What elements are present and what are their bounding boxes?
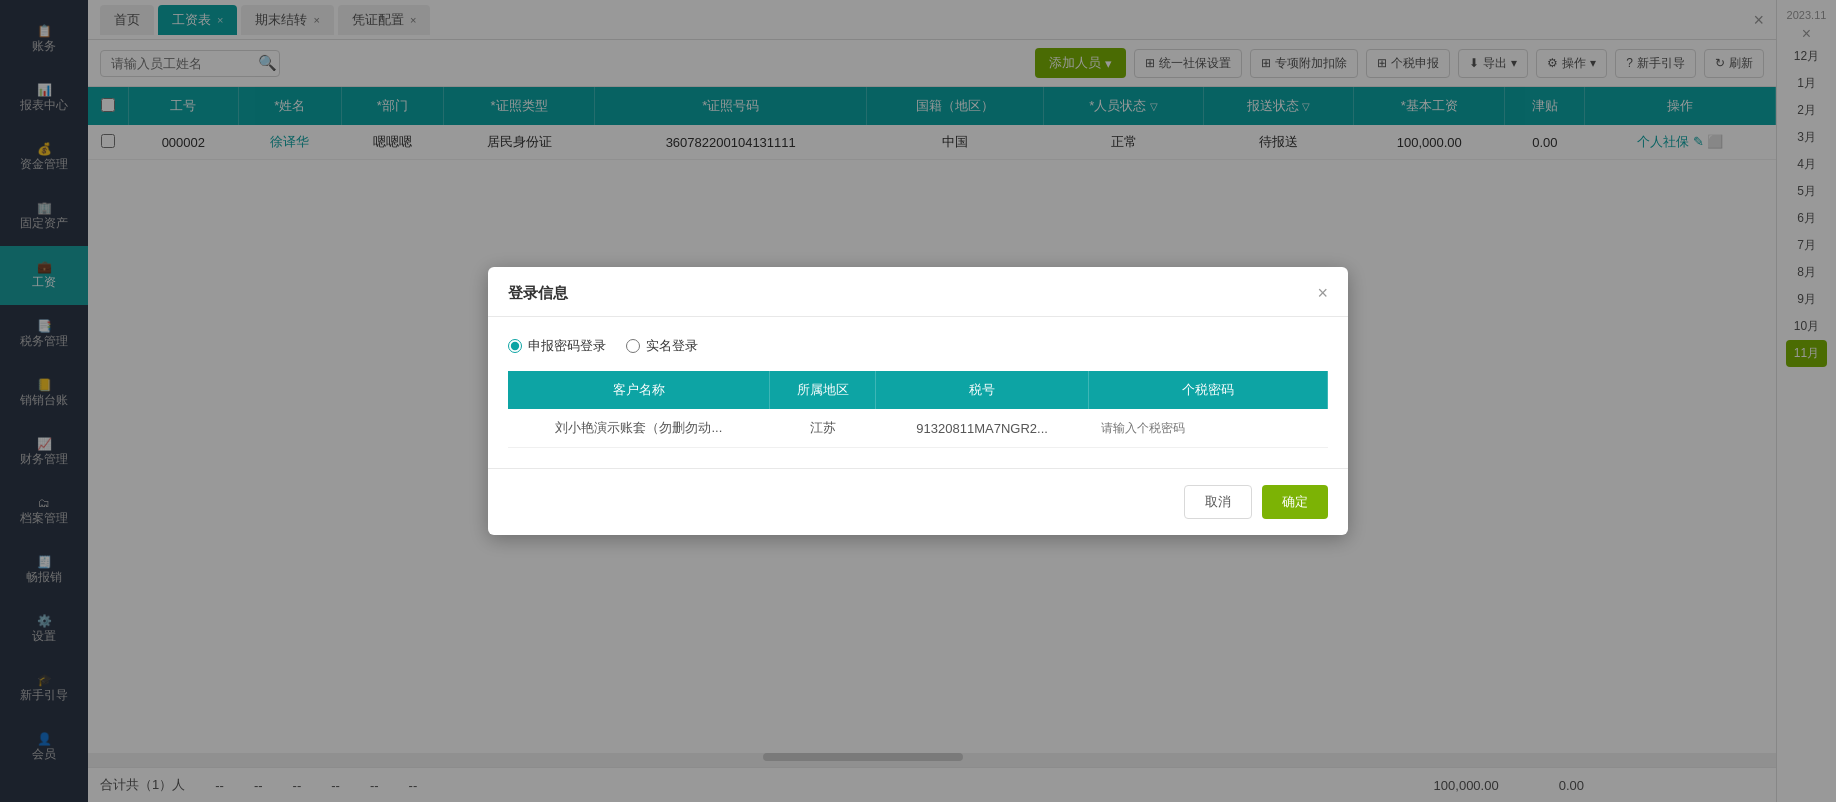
dialog-footer: 取消 确定 <box>488 468 1348 535</box>
dialog-row-name: 刘小艳演示账套（勿删勿动... <box>508 409 770 448</box>
dialog-col-name: 客户名称 <box>508 371 770 409</box>
cancel-button[interactable]: 取消 <box>1184 485 1252 519</box>
dialog-body: 申报密码登录 实名登录 客户名称 所属地区 税号 个税密码 <box>488 317 1348 468</box>
dialog-overlay: 登录信息 × 申报密码登录 实名登录 客户名称 所属地区 <box>0 0 1836 802</box>
dialog-row-tax-id: 91320811MA7NGR2... <box>875 409 1088 448</box>
dialog-col-password: 个税密码 <box>1089 371 1328 409</box>
dialog-header: 登录信息 × <box>488 267 1348 317</box>
dialog-close-btn[interactable]: × <box>1317 283 1328 304</box>
radio-password-input[interactable] <box>508 339 522 353</box>
radio-realname-input[interactable] <box>626 339 640 353</box>
password-input[interactable] <box>1101 421 1316 435</box>
radio-realname-login[interactable]: 实名登录 <box>626 337 698 355</box>
dialog-title: 登录信息 <box>508 284 568 303</box>
dialog-row-region: 江苏 <box>770 409 876 448</box>
dialog-row-password-input-cell[interactable] <box>1089 409 1328 448</box>
dialog-col-tax-id: 税号 <box>875 371 1088 409</box>
login-type-radio-group: 申报密码登录 实名登录 <box>508 337 1328 355</box>
login-dialog: 登录信息 × 申报密码登录 实名登录 客户名称 所属地区 <box>488 267 1348 535</box>
dialog-table-row: 刘小艳演示账套（勿删勿动... 江苏 91320811MA7NGR2... <box>508 409 1328 448</box>
dialog-col-region: 所属地区 <box>770 371 876 409</box>
confirm-button[interactable]: 确定 <box>1262 485 1328 519</box>
radio-password-login[interactable]: 申报密码登录 <box>508 337 606 355</box>
dialog-table: 客户名称 所属地区 税号 个税密码 刘小艳演示账套（勿删勿动... 江苏 913… <box>508 371 1328 448</box>
